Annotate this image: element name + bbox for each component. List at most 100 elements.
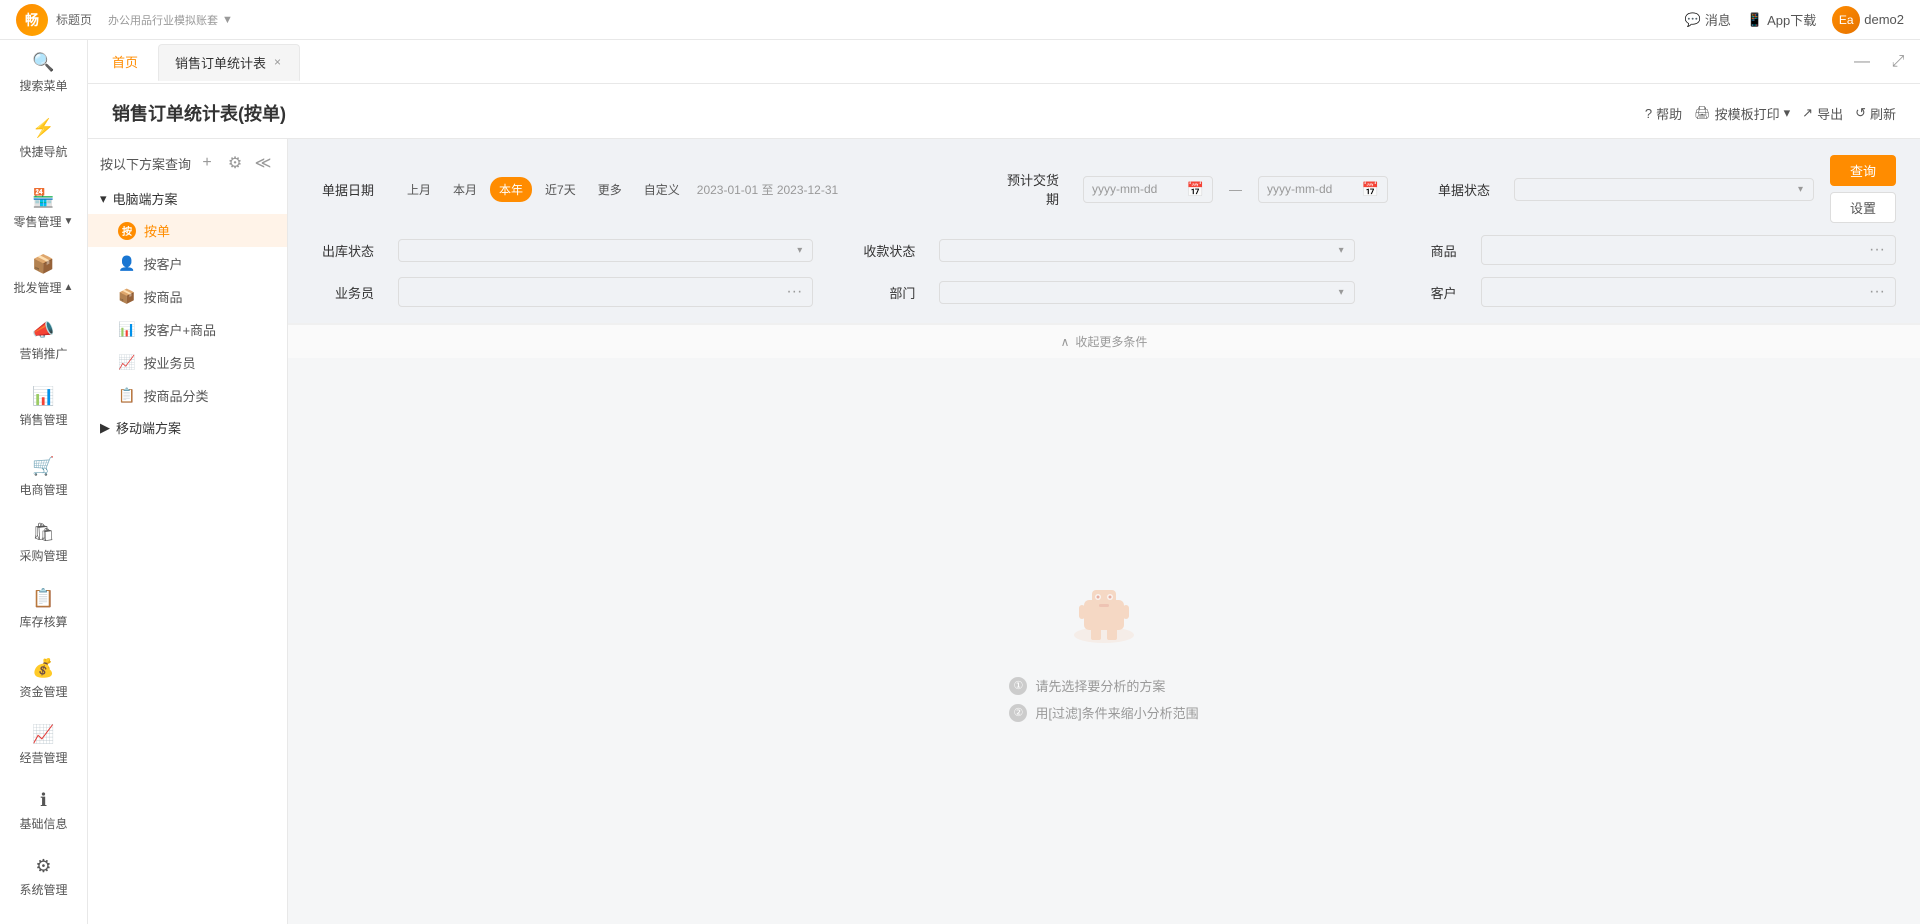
refresh-btn[interactable]: ↺ 刷新 [1855, 104, 1896, 123]
scheme-item-by-category[interactable]: 📋 按商品分类 [88, 379, 287, 412]
sidebar-item-marketing[interactable]: 📣 营销推广 [0, 308, 87, 374]
export-btn[interactable]: ↗ 导出 [1802, 104, 1843, 123]
dept-select[interactable]: ▾ [939, 281, 1354, 304]
message-btn[interactable]: 💬 消息 [1685, 10, 1731, 29]
sidebar-item-purchase[interactable]: 🛍 采购管理 [0, 510, 87, 576]
status-arrow-icon: ▾ [1798, 184, 1803, 195]
date-tab-last-month[interactable]: 上月 [398, 177, 440, 202]
help-btn[interactable]: ? 帮助 [1645, 104, 1682, 123]
sales-icon: 📊 [32, 386, 54, 407]
print-btn[interactable]: 🖨 按模板打印 ▾ [1694, 104, 1790, 123]
delivery-arrow-icon: ▾ [797, 245, 802, 256]
scheme-panel-header: 按以下方案查询 + ⚙ ≪ [88, 139, 287, 183]
goods-dots-icon[interactable]: ··· [1869, 241, 1885, 259]
finance-icon: 💰 [32, 658, 54, 679]
tab-home[interactable]: 首页 [96, 44, 154, 79]
scheme-add-btn[interactable]: + [195, 151, 219, 175]
by-customer-goods-icon: 📊 [118, 321, 135, 338]
goods-select[interactable]: ··· [1481, 235, 1896, 265]
scheme-group-pc-title[interactable]: ▾ 电脑端方案 [88, 183, 287, 214]
sidebar-item-sales[interactable]: 📊 销售管理 [0, 374, 87, 440]
tip-num-1: ① [1009, 677, 1027, 695]
date-tab-custom[interactable]: 自定义 [635, 177, 689, 202]
wholesale-icon: 📦 [32, 254, 54, 275]
expected-date-label: 预计交货期 [997, 170, 1067, 208]
empty-tip-1: ① 请先选择要分析的方案 [1009, 676, 1198, 695]
print-arrow-icon: ▾ [1784, 105, 1791, 121]
dept-label: 部门 [853, 283, 923, 302]
by-customer-icon: 👤 [118, 255, 135, 272]
date-range-display: 2023-01-01 至 2023-12-31 [697, 181, 838, 198]
empty-tips: ① 请先选择要分析的方案 ② 用[过滤]条件来缩小分析范围 [1009, 676, 1198, 722]
sidebar-item-operation[interactable]: 📈 经营管理 [0, 712, 87, 778]
settings-button[interactable]: 设置 [1830, 192, 1896, 223]
empty-tip-2: ② 用[过滤]条件来缩小分析范围 [1009, 703, 1198, 722]
sidebar-item-wholesale[interactable]: 📦 批发管理 ▲ [0, 242, 87, 308]
empty-illustration [1054, 560, 1154, 660]
workspace-selector[interactable]: 办公用品行业模拟账套 ▼ [100, 8, 241, 32]
user-profile[interactable]: Ea demo2 [1832, 6, 1904, 34]
brand-name: 标题页 [56, 11, 92, 28]
date-tab-more[interactable]: 更多 [589, 177, 631, 202]
calendar-to-icon: 📅 [1362, 181, 1379, 198]
scheme-item-by-salesperson[interactable]: 📈 按业务员 [88, 346, 287, 379]
basicinfo-icon: ℹ [40, 790, 47, 811]
expected-date-to[interactable]: yyyy-mm-dd 📅 [1258, 176, 1388, 203]
by-order-icon: 按 [118, 222, 136, 240]
wholesale-arrow-icon: ▲ [64, 282, 74, 293]
scheme-group-mobile: ▶ 移动端方案 [88, 412, 287, 443]
scheme-settings-btn[interactable]: ⚙ [223, 151, 247, 175]
filter-row-person: 业务员 ··· 部门 ▾ 客户 ··· [312, 277, 1896, 307]
date-tab-this-year[interactable]: 本年 [490, 177, 532, 202]
scheme-item-by-customer[interactable]: 👤 按客户 [88, 247, 287, 280]
by-category-icon: 📋 [118, 387, 135, 404]
scheme-group-mobile-title[interactable]: ▶ 移动端方案 [88, 412, 287, 443]
scheme-item-by-goods[interactable]: 📦 按商品 [88, 280, 287, 313]
tab-close-btn[interactable]: × [272, 53, 283, 71]
minimize-btn[interactable]: — [1848, 48, 1876, 76]
salesperson-label: 业务员 [312, 283, 382, 302]
maximize-btn[interactable]: ⤢ [1884, 48, 1912, 76]
sidebar-item-basicinfo[interactable]: ℹ 基础信息 [0, 778, 87, 844]
sidebar-item-inventory[interactable]: 📋 库存核算 [0, 576, 87, 642]
page-body: 按以下方案查询 + ⚙ ≪ ▾ 电脑端方案 按 按单 [88, 139, 1920, 924]
date-tabs: 上月 本月 本年 近7天 更多 自定义 [398, 177, 689, 202]
topbar: 畅 标题页 办公用品行业模拟账套 ▼ 💬 消息 📱 App下载 Ea demo2 [0, 0, 1920, 40]
sidebar-item-retail[interactable]: 🏪 零售管理 ▼ [0, 176, 87, 242]
scheme-group-pc: ▾ 电脑端方案 按 按单 👤 按客户 📦 按商品 [88, 183, 287, 412]
salesperson-dots-icon[interactable]: ··· [786, 283, 802, 301]
customer-select[interactable]: ··· [1481, 277, 1896, 307]
collapse-arrow-icon: ∧ [1061, 335, 1070, 349]
search-icon: 🔍 [32, 52, 54, 73]
payment-select[interactable]: ▾ [939, 239, 1354, 262]
filter-row-date: 单据日期 上月 本月 本年 近7天 更多 自定义 2023- [312, 155, 1896, 223]
scheme-panel-actions: + ⚙ ≪ [195, 151, 275, 175]
scheme-group-arrow-icon: ▾ [100, 191, 107, 207]
customer-dots-icon[interactable]: ··· [1869, 283, 1885, 301]
tip-num-2: ② [1009, 704, 1027, 722]
date-tab-7days[interactable]: 近7天 [536, 177, 585, 202]
page-header: 销售订单统计表(按单) ? 帮助 🖨 按模板打印 ▾ ↗ 导出 ↺ 刷新 [88, 84, 1920, 139]
scheme-item-by-customer-goods[interactable]: 📊 按客户+商品 [88, 313, 287, 346]
sidebar: 🔍 搜索菜单 ⚡ 快捷导航 🏪 零售管理 ▼ 📦 批发管理 ▲ 📣 营销推广 [0, 40, 88, 924]
app-download-btn[interactable]: 📱 App下载 [1747, 10, 1816, 29]
salesperson-select[interactable]: ··· [398, 277, 813, 307]
sidebar-item-finance[interactable]: 💰 资金管理 [0, 646, 87, 712]
sidebar-item-search[interactable]: 🔍 搜索菜单 [0, 40, 87, 106]
query-button[interactable]: 查询 [1830, 155, 1896, 186]
tab-sales-stat[interactable]: 销售订单统计表 × [158, 44, 300, 81]
delivery-select[interactable]: ▾ [398, 239, 813, 262]
payment-label: 收款状态 [853, 241, 923, 260]
expected-date-from[interactable]: yyyy-mm-dd 📅 [1083, 176, 1213, 203]
sidebar-item-collaboration[interactable]: 🤝 企业协同 [0, 914, 87, 924]
content-area: 首页 销售订单统计表 × — ⤢ 销售订单统计表(按单) ? 帮助 🖨 [88, 40, 1920, 924]
scheme-collapse-btn[interactable]: ≪ [251, 151, 275, 175]
collapse-bar[interactable]: ∧ 收起更多条件 [288, 324, 1920, 358]
dept-arrow-icon: ▾ [1339, 287, 1344, 298]
sidebar-item-system[interactable]: ⚙ 系统管理 [0, 844, 87, 910]
sidebar-item-ecommerce[interactable]: 🛒 电商管理 [0, 444, 87, 510]
date-tab-this-month[interactable]: 本月 [444, 177, 486, 202]
sidebar-item-quicknav[interactable]: ⚡ 快捷导航 [0, 106, 87, 172]
status-select[interactable]: ▾ [1514, 178, 1814, 201]
scheme-item-by-order[interactable]: 按 按单 [88, 214, 287, 247]
